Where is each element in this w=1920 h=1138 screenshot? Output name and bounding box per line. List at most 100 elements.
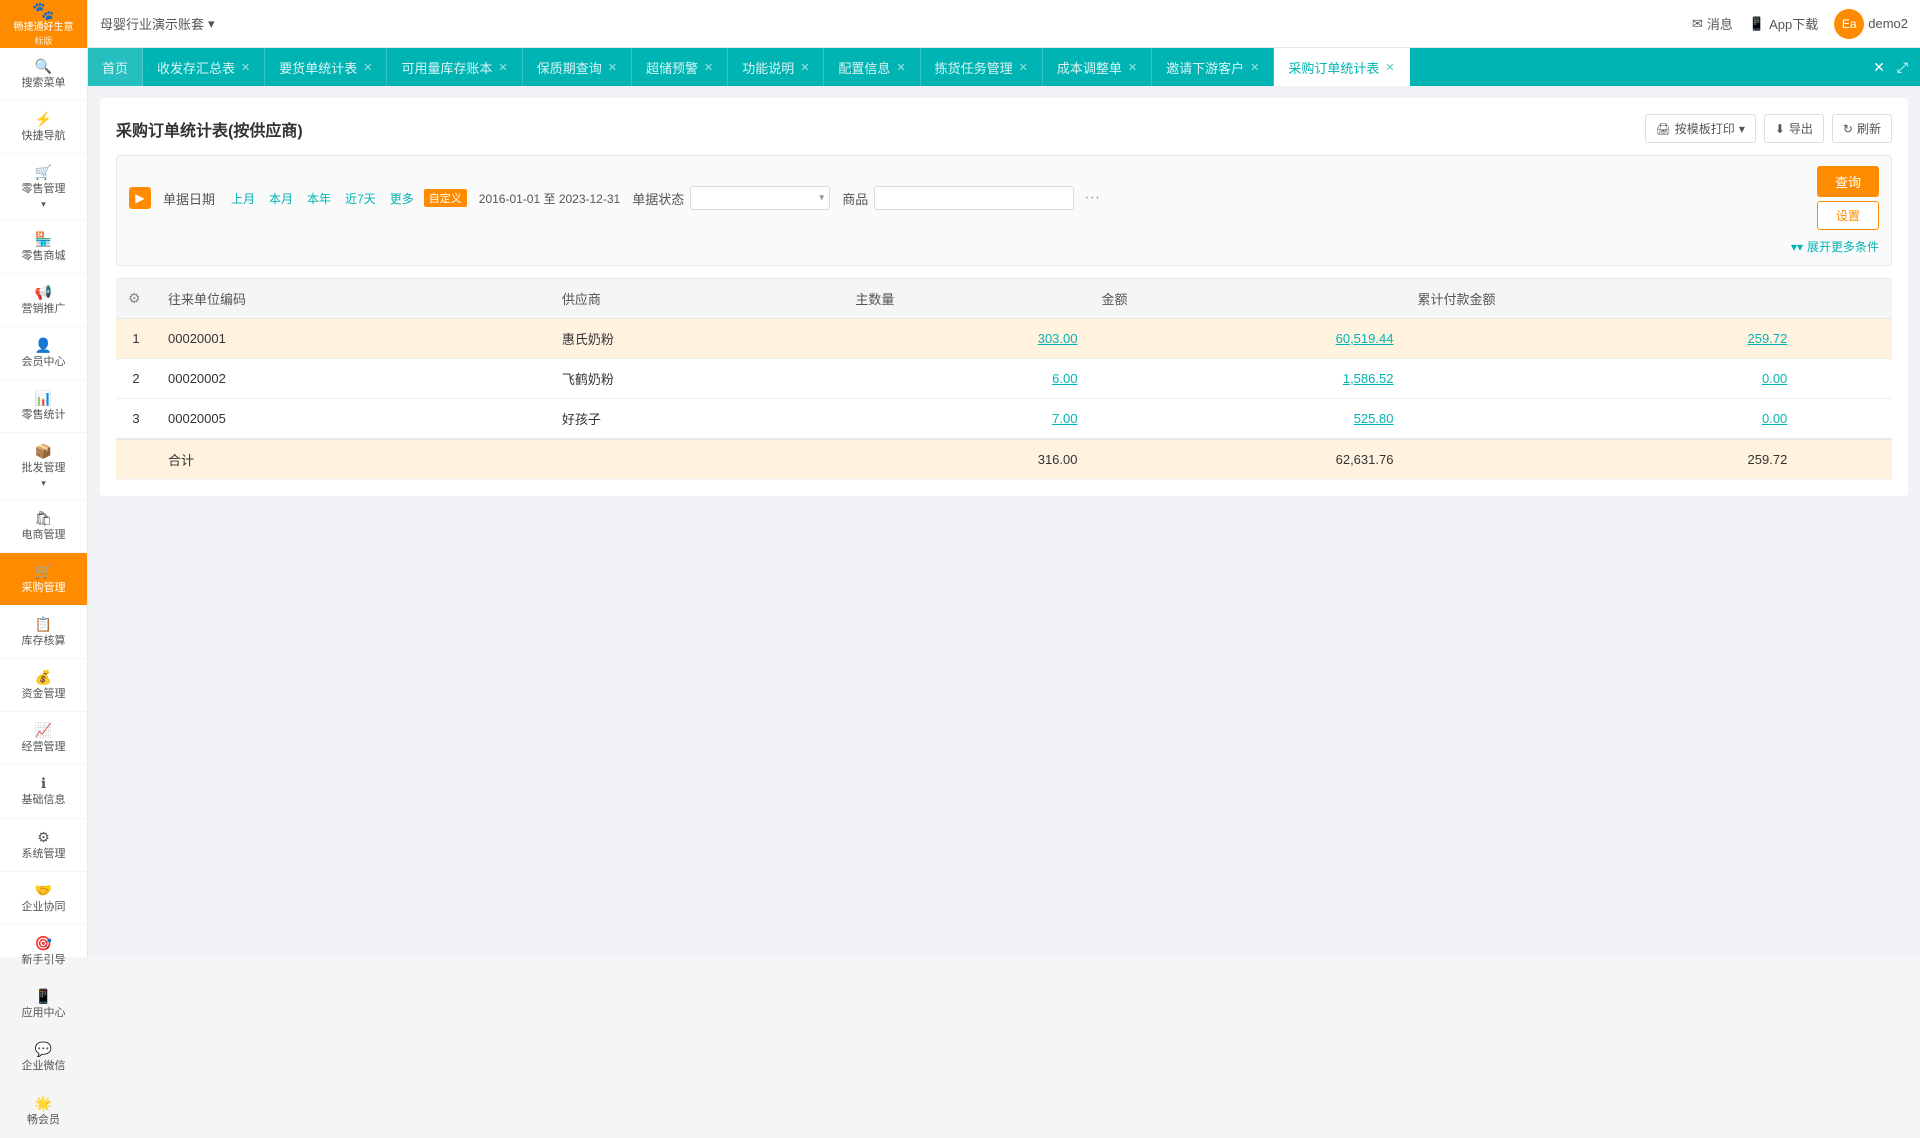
nav-tab-close-4[interactable]: ✕ xyxy=(608,61,617,74)
col-header-paid: 累计付款金额 xyxy=(1405,279,1799,319)
sidebar-label-2: 零售管理 xyxy=(22,183,66,196)
close-tab-btn[interactable]: ✕ xyxy=(1869,57,1889,78)
nav-tab-0[interactable]: 首页 xyxy=(88,48,143,86)
sidebar-item-资金管理[interactable]: 💰 资金管理 xyxy=(0,659,87,712)
nav-tab-label-9: 成本调整单 xyxy=(1057,58,1122,77)
sidebar-item-搜索菜单[interactable]: 🔍 搜索菜单 xyxy=(0,48,87,101)
app-download-icon: 📱 xyxy=(1749,16,1765,32)
status-select[interactable]: 全部 xyxy=(690,186,830,210)
cell-qty-1: 6.00 xyxy=(843,359,1089,399)
nav-tab-7[interactable]: 配置信息✕ xyxy=(824,48,920,86)
nav-tab-close-5[interactable]: ✕ xyxy=(704,61,713,74)
expand-more-label: 展开更多条件 xyxy=(1807,238,1879,255)
nav-tab-close-6[interactable]: ✕ xyxy=(800,61,809,74)
shortcut-last-month[interactable]: 上月 xyxy=(227,188,259,209)
nav-tab-6[interactable]: 功能说明✕ xyxy=(728,48,824,86)
cell-extra-2 xyxy=(1799,399,1892,440)
sidebar-item-库存核算[interactable]: 📋 库存核算 xyxy=(0,606,87,659)
footer-empty-3 xyxy=(1799,439,1892,480)
shortcut-this-year[interactable]: 本年 xyxy=(303,188,335,209)
nav-tab-label-5: 超储预警 xyxy=(646,58,698,77)
sidebar-item-企业协同[interactable]: 🤝 企业协同 xyxy=(0,872,87,925)
sidebar-item-经营管理[interactable]: 📈 经营管理 xyxy=(0,712,87,765)
sidebar-icon-15: 🤝 xyxy=(35,882,52,899)
sidebar-label-15: 企业协同 xyxy=(22,901,66,914)
message-btn[interactable]: ✉ 消息 xyxy=(1692,14,1733,33)
sidebar: 🐾 畅捷通好生意 标版 🔍 搜索菜单 ⚡ 快捷导航 🛒 零售管理 ▾ 🏪 零售商… xyxy=(0,0,88,957)
sidebar-item-采购管理[interactable]: 🛒 采购管理 xyxy=(0,553,87,606)
sidebar-icon-8: 🛍 xyxy=(35,510,53,527)
goods-input[interactable] xyxy=(874,186,1074,210)
shortcut-more[interactable]: 更多 xyxy=(386,188,418,209)
top-bar-right: ✉ 消息 📱 App下载 Ea demo2 xyxy=(1692,9,1908,39)
sidebar-item-应用中心[interactable]: 📱 应用中心 xyxy=(0,978,87,1031)
nav-tab-9[interactable]: 成本调整单 ✕ xyxy=(1043,48,1152,86)
nav-tab-label-10: 邀请下游客户 xyxy=(1166,58,1244,77)
export-icon: ⬇ xyxy=(1775,122,1785,136)
sidebar-item-零售统计[interactable]: 📊 零售统计 xyxy=(0,380,87,433)
refresh-btn[interactable]: ↻ 刷新 xyxy=(1832,114,1892,143)
cell-seq-2: 3 xyxy=(116,399,156,440)
nav-tab-close-7[interactable]: ✕ xyxy=(896,61,905,74)
sidebar-icon-18: 💬 xyxy=(35,1041,52,1058)
nav-tab-10[interactable]: 邀请下游客户 ✕ xyxy=(1152,48,1274,86)
nav-tab-close-1[interactable]: ✕ xyxy=(241,61,250,74)
col-header-amount: 金额 xyxy=(1089,279,1405,319)
sidebar-icon-16: 🎯 xyxy=(35,935,52,952)
sidebar-item-零售商城[interactable]: 🏪 零售商城 xyxy=(0,221,87,274)
app-download-btn[interactable]: 📱 App下载 xyxy=(1749,14,1818,33)
cell-seq-0: 1 xyxy=(116,319,156,359)
username: demo2 xyxy=(1868,16,1908,31)
nav-tab-11[interactable]: 采购订单统计表✕ xyxy=(1274,48,1409,86)
shortcut-this-month[interactable]: 本月 xyxy=(265,188,297,209)
date-filter-label: 单据日期 xyxy=(163,189,215,208)
company-selector[interactable]: 母婴行业演示账套 ▾ xyxy=(100,14,260,33)
filter-toggle-btn[interactable]: ▶ xyxy=(129,187,151,209)
cell-paid-0: 259.72 xyxy=(1405,319,1799,359)
maximize-tab-btn[interactable]: ⤢ xyxy=(1893,57,1912,78)
sidebar-item-快捷导航[interactable]: ⚡ 快捷导航 xyxy=(0,101,87,154)
nav-tab-close-11[interactable]: ✕ xyxy=(1385,61,1394,74)
table-row[interactable]: 3 00020005 好孩子 7.00 525.80 0.00 xyxy=(116,399,1892,440)
goods-more-btn[interactable]: ··· xyxy=(1080,189,1104,207)
sidebar-item-营销推广[interactable]: 📢 营销推广 xyxy=(0,274,87,327)
user-btn[interactable]: Ea demo2 xyxy=(1834,9,1908,39)
footer-amount: 62,631.76 xyxy=(1089,439,1405,480)
table-container: ⚙ 往来单位编码 供应商 主数量 xyxy=(116,278,1892,480)
nav-tab-3[interactable]: 可用量库存账本✕ xyxy=(387,48,522,86)
cell-code-2: 00020005 xyxy=(156,399,550,440)
nav-tab-close-9[interactable]: ✕ xyxy=(1128,61,1137,74)
cell-extra-0 xyxy=(1799,319,1892,359)
message-icon: ✉ xyxy=(1692,16,1703,32)
sidebar-item-基础信息[interactable]: ℹ 基础信息 xyxy=(0,765,87,818)
nav-tab-close-8[interactable]: ✕ xyxy=(1019,61,1028,74)
sidebar-arrow-icon-7: ▾ xyxy=(41,478,46,489)
sidebar-item-畅会员[interactable]: 🌟 畅会员 xyxy=(0,1085,87,1138)
sidebar-item-会员中心[interactable]: 👤 会员中心 xyxy=(0,327,87,380)
nav-tab-4[interactable]: 保质期查询✕ xyxy=(523,48,632,86)
query-btn[interactable]: 查询 xyxy=(1817,166,1879,197)
nav-tab-close-2[interactable]: ✕ xyxy=(363,61,372,74)
nav-tab-1[interactable]: 收发存汇总表✕ xyxy=(143,48,265,86)
nav-tab-8[interactable]: 拣货任务管理✕ xyxy=(921,48,1043,86)
nav-tab-label-2: 要货单统计表 xyxy=(279,58,357,77)
sidebar-item-零售管理[interactable]: 🛒 零售管理 ▾ xyxy=(0,154,87,220)
shortcut-7days[interactable]: 近7天 xyxy=(341,188,380,209)
table-row[interactable]: 2 00020002 飞鹤奶粉 6.00 1,586.52 0.00 xyxy=(116,359,1892,399)
print-btn[interactable]: 🖨 按模板打印 ▾ xyxy=(1645,114,1756,143)
sidebar-item-系统管理[interactable]: ⚙ 系统管理 xyxy=(0,819,87,872)
sidebar-item-新手引导[interactable]: 🎯 新手引导 xyxy=(0,925,87,978)
sidebar-item-企业微信[interactable]: 💬 企业微信 xyxy=(0,1031,87,1084)
nav-tab-2[interactable]: 要货单统计表 ✕ xyxy=(265,48,387,86)
expand-more-btn[interactable]: ▾▾ 展开更多条件 xyxy=(1791,238,1879,255)
table-settings-icon[interactable]: ⚙ xyxy=(128,290,141,306)
nav-tab-close-3[interactable]: ✕ xyxy=(499,61,508,74)
export-btn[interactable]: ⬇ 导出 xyxy=(1764,114,1824,143)
date-shortcuts: 上月 本月 本年 近7天 更多 自定义 xyxy=(227,188,467,209)
nav-tab-close-10[interactable]: ✕ xyxy=(1250,61,1259,74)
table-row[interactable]: 1 00020001 惠氏奶粉 303.00 60,519.44 259.72 xyxy=(116,319,1892,359)
sidebar-item-批发管理[interactable]: 📦 批发管理 ▾ xyxy=(0,433,87,499)
sidebar-item-电商管理[interactable]: 🛍 电商管理 xyxy=(0,500,87,553)
setting-btn[interactable]: 设置 xyxy=(1817,201,1879,230)
nav-tab-5[interactable]: 超储预警 ✕ xyxy=(632,48,728,86)
